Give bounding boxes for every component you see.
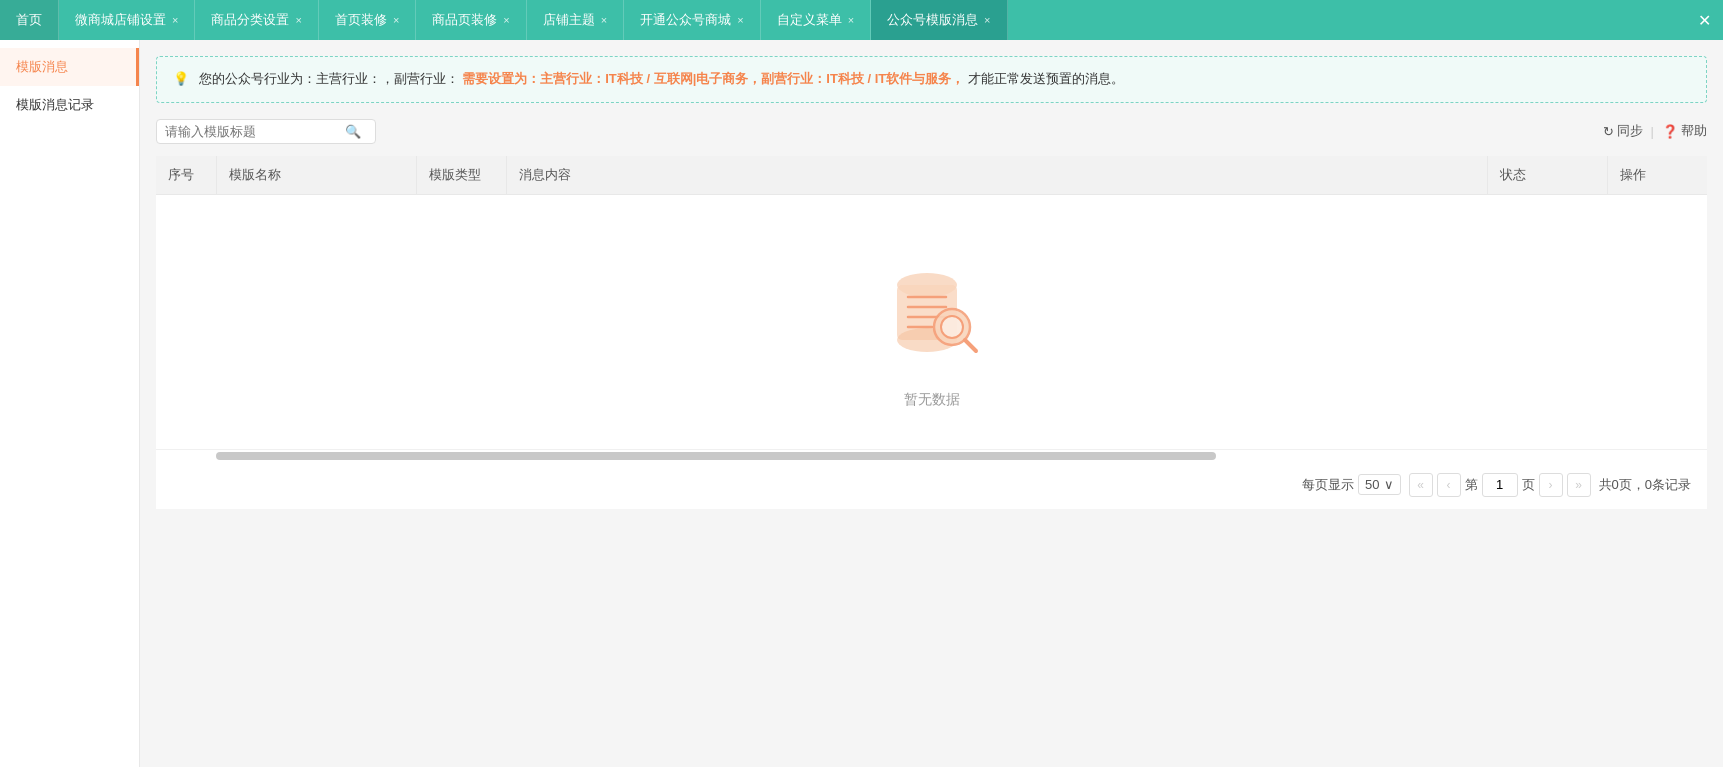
close-all-button[interactable]: ✕ [1686,11,1723,30]
sidebar-item-label: 模版消息记录 [16,97,94,112]
next-page-button[interactable]: › [1539,473,1563,497]
notice-highlight: 需要设置为：主营行业：IT科技 / 互联网|电子商务，副营行业：IT科技 / I… [462,71,964,86]
close-icon[interactable]: × [848,14,854,26]
first-page-button[interactable]: « [1409,473,1433,497]
tab-template-msg-label: 公众号模版消息 [887,11,978,29]
tab-template-msg[interactable]: 公众号模版消息 × [871,0,1007,40]
sync-icon: ↻ [1603,124,1614,139]
prev-page-button[interactable]: ‹ [1437,473,1461,497]
col-content: 消息内容 [506,156,1487,195]
search-bar: 🔍 ↻ 同步 | ❓ 帮助 [156,119,1707,144]
scrollbar-area[interactable] [156,449,1707,461]
close-icon[interactable]: × [984,14,990,26]
col-action: 操作 [1607,156,1707,195]
table-container: 序号 模版名称 模版类型 消息内容 状态 操作 [156,156,1707,509]
sidebar-item-template-message-log[interactable]: 模版消息记录 [0,86,139,124]
layout: 模版消息 模版消息记录 💡 您的公众号行业为：主营行业：，副营行业： 需要设置为… [0,40,1723,767]
search-input-wrap: 🔍 [156,119,376,144]
divider: | [1651,124,1654,139]
help-icon: ❓ [1662,124,1678,139]
tab-product-decor-label: 商品页装修 [432,11,497,29]
sync-button[interactable]: ↻ 同步 [1603,122,1643,140]
tab-custom-menu[interactable]: 自定义菜单 × [761,0,871,40]
page-unit: 页 [1522,476,1535,494]
search-icon[interactable]: 🔍 [345,124,361,139]
notice-box: 💡 您的公众号行业为：主营行业：，副营行业： 需要设置为：主营行业：IT科技 /… [156,56,1707,103]
help-label: 帮助 [1681,122,1707,140]
tab-store-theme-label: 店铺主题 [543,11,595,29]
chevron-down-icon: ∨ [1384,477,1394,492]
col-status: 状态 [1487,156,1607,195]
data-table: 序号 模版名称 模版类型 消息内容 状态 操作 [156,156,1707,195]
tab-home-label: 首页 [16,11,42,29]
scrollbar-thumb[interactable] [216,452,1216,460]
tab-category-setting[interactable]: 商品分类设置 × [195,0,318,40]
sidebar-item-label: 模版消息 [16,59,68,74]
main-content: 💡 您的公众号行业为：主营行业：，副营行业： 需要设置为：主营行业：IT科技 /… [140,40,1723,767]
notice-suffix: 才能正常发送预置的消息。 [968,71,1124,86]
tab-product-decor[interactable]: 商品页装修 × [416,0,526,40]
tab-home-decor-label: 首页装修 [335,11,387,29]
close-icon[interactable]: × [393,14,399,26]
tab-shop-setting-label: 微商城店铺设置 [75,11,166,29]
page-label: 第 [1465,476,1478,494]
page-nav: « ‹ 第 页 › » [1409,473,1591,497]
notice-icon: 💡 [173,71,189,86]
tab-open-mall-label: 开通公众号商城 [640,11,731,29]
sidebar-item-template-message[interactable]: 模版消息 [0,48,139,86]
close-icon[interactable]: × [503,14,509,26]
last-page-button[interactable]: » [1567,473,1591,497]
total-info: 共0页，0条记录 [1599,476,1691,494]
tab-category-setting-label: 商品分类设置 [211,11,289,29]
search-actions: ↻ 同步 | ❓ 帮助 [1603,122,1707,140]
top-nav: 首页 微商城店铺设置 × 商品分类设置 × 首页装修 × 商品页装修 × 店铺主… [0,0,1723,40]
empty-icon [872,255,992,375]
sidebar: 模版消息 模版消息记录 [0,40,140,767]
page-size-value: 50 [1365,477,1379,492]
page-size-label: 每页显示 [1302,476,1354,494]
pagination: 每页显示 50 ∨ « ‹ 第 页 › » 共0页，0条记录 [156,461,1707,509]
page-size-dropdown[interactable]: 50 ∨ [1358,474,1400,495]
help-button[interactable]: ❓ 帮助 [1662,122,1707,140]
page-size-select: 每页显示 50 ∨ [1302,474,1400,495]
search-input[interactable] [165,124,345,139]
col-name: 模版名称 [216,156,416,195]
close-icon[interactable]: × [601,14,607,26]
tab-home-decor[interactable]: 首页装修 × [319,0,416,40]
sync-label: 同步 [1617,122,1643,140]
empty-text: 暂无数据 [904,391,960,409]
tab-store-theme[interactable]: 店铺主题 × [527,0,624,40]
tab-shop-setting[interactable]: 微商城店铺设置 × [59,0,195,40]
close-icon[interactable]: × [172,14,178,26]
close-icon[interactable]: × [737,14,743,26]
col-type: 模版类型 [416,156,506,195]
tab-open-mall[interactable]: 开通公众号商城 × [624,0,760,40]
empty-state: 暂无数据 [156,195,1707,449]
page-input[interactable] [1482,473,1518,497]
svg-point-8 [941,316,963,338]
svg-line-9 [965,340,976,351]
tab-custom-menu-label: 自定义菜单 [777,11,842,29]
tab-home[interactable]: 首页 [0,0,59,40]
col-index: 序号 [156,156,216,195]
close-icon[interactable]: × [295,14,301,26]
notice-prefix: 您的公众号行业为：主营行业：，副营行业： [199,71,459,86]
